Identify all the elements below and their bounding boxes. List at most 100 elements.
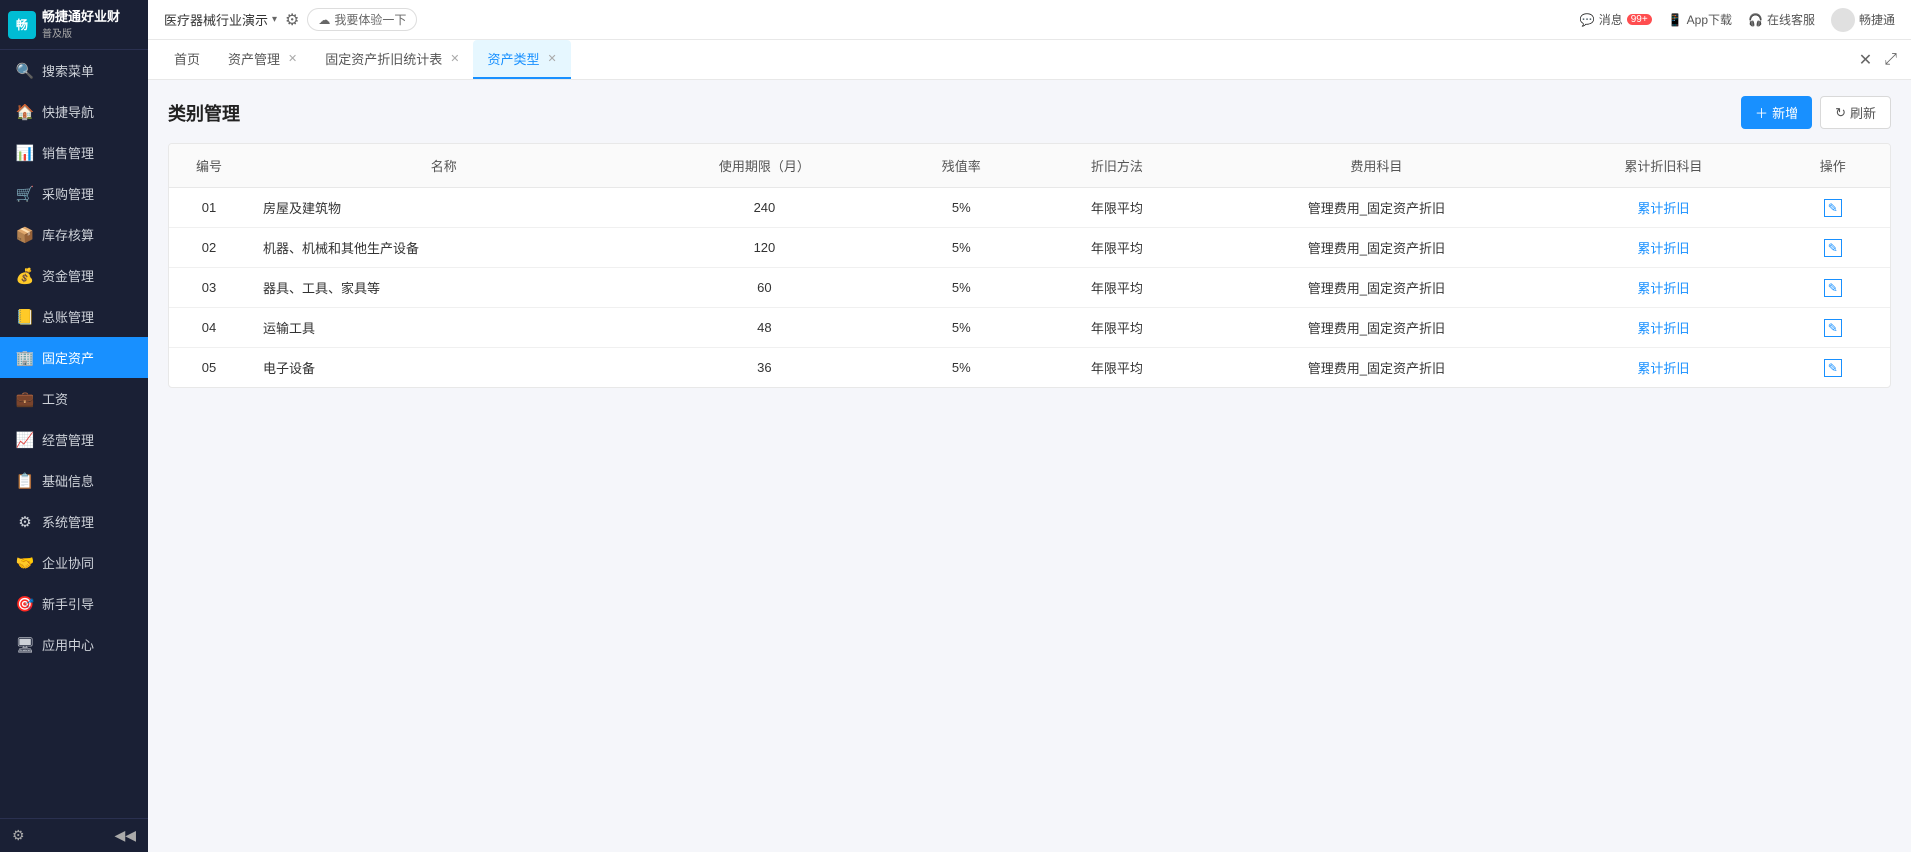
customer-service-label: 在线客服 [1767, 11, 1815, 28]
phone-icon: 📱 [1668, 13, 1683, 27]
avatar [1831, 8, 1855, 32]
cell-expense: 管理费用_固定资产折旧 [1202, 348, 1552, 388]
tab-asset-type-close[interactable]: ✕ [548, 52, 557, 65]
tab-depreciation-stats-close[interactable]: ✕ [450, 52, 459, 65]
tab-depreciation-stats[interactable]: 固定资产折旧统计表 ✕ [311, 40, 473, 79]
tab-home[interactable]: 首页 [160, 40, 214, 79]
sidebar-collapse-icon[interactable]: ◀◀ [114, 827, 136, 844]
tab-home-label: 首页 [174, 49, 200, 68]
tab-asset-management[interactable]: 资产管理 ✕ [214, 40, 311, 79]
company-selector[interactable]: 医疗器械行业演示 ▾ [164, 10, 277, 29]
sidebar-item-basic[interactable]: 📋 基础信息 [0, 460, 148, 501]
tab-close-icon[interactable]: ✕ [1857, 48, 1874, 72]
sidebar-item-label: 销售管理 [42, 143, 94, 162]
user-menu[interactable]: 畅捷通 [1831, 8, 1895, 32]
sales-icon: 📊 [16, 144, 34, 162]
tabbar-actions: ✕ ⤢ [1857, 48, 1899, 72]
tab-depreciation-stats-label: 固定资产折旧统计表 [325, 49, 442, 68]
refresh-button-label: 刷新 [1850, 103, 1876, 122]
apps-icon: 🖥 [16, 636, 34, 654]
fixed-icon: 🏢 [16, 349, 34, 367]
table-row: 05 电子设备 36 5% 年限平均 管理费用_固定资产折旧 累计折旧 ✎ [169, 348, 1890, 388]
message-button[interactable]: 💬 消息 99+ [1580, 11, 1652, 28]
cell-code: 02 [169, 228, 249, 268]
sidebar-item-label: 库存核算 [42, 225, 94, 244]
system-icon: ⚙ [16, 513, 34, 531]
col-period: 使用期限（月） [638, 144, 890, 188]
topbar-left: 医疗器械行业演示 ▾ ⚙ ☁ 我要体验一下 [164, 8, 417, 31]
edit-icon[interactable]: ✎ [1824, 359, 1842, 377]
tab-expand-icon[interactable]: ⤢ [1882, 49, 1899, 71]
sidebar-item-label: 经营管理 [42, 430, 94, 449]
cell-method: 年限平均 [1032, 268, 1201, 308]
sidebar-item-label: 应用中心 [42, 635, 94, 654]
col-expense: 费用科目 [1202, 144, 1552, 188]
cell-period: 120 [638, 228, 890, 268]
headset-icon: 🎧 [1748, 13, 1763, 27]
payroll-icon: 💼 [16, 390, 34, 408]
cell-period: 36 [638, 348, 890, 388]
sidebar-item-label: 基础信息 [42, 471, 94, 490]
cell-period: 240 [638, 188, 890, 228]
app-download-button[interactable]: 📱 App下载 [1668, 11, 1732, 28]
table-header: 编号 名称 使用期限（月） 残值率 折旧方法 费用科目 累计折旧科目 操作 [169, 144, 1890, 188]
sidebar-item-label: 资金管理 [42, 266, 94, 285]
sidebar-item-label: 采购管理 [42, 184, 94, 203]
sidebar-item-funds[interactable]: 💰 资金管理 [0, 255, 148, 296]
sidebar-item-quicknav[interactable]: 🏠 快捷导航 [0, 91, 148, 132]
ledger-icon: 📒 [16, 308, 34, 326]
new-button[interactable]: ＋ 新增 [1741, 96, 1812, 129]
cell-expense: 管理费用_固定资产折旧 [1202, 268, 1552, 308]
cell-action[interactable]: ✎ [1776, 228, 1890, 268]
edit-icon[interactable]: ✎ [1824, 199, 1842, 217]
edit-icon[interactable]: ✎ [1824, 239, 1842, 257]
sidebar-item-sales[interactable]: 📊 销售管理 [0, 132, 148, 173]
sidebar-item-search[interactable]: 🔍 搜索菜单 [0, 50, 148, 91]
content-area: 类别管理 ＋ 新增 ↻ 刷新 编号 名称 使用期限（月） [148, 80, 1911, 852]
sidebar-item-fixed[interactable]: 🏢 固定资产 [0, 337, 148, 378]
main-area: 医疗器械行业演示 ▾ ⚙ ☁ 我要体验一下 💬 消息 99+ 📱 App下载 🎧… [148, 0, 1911, 852]
page-actions: ＋ 新增 ↻ 刷新 [1741, 96, 1891, 129]
sidebar-nav: 🔍 搜索菜单 🏠 快捷导航 📊 销售管理 🛒 采购管理 📦 库存核算 💰 资金管… [0, 50, 148, 818]
cell-period: 48 [638, 308, 890, 348]
sidebar-item-guide[interactable]: 🎯 新手引导 [0, 583, 148, 624]
sidebar-item-ledger[interactable]: 📒 总账管理 [0, 296, 148, 337]
sidebar-item-operations[interactable]: 📈 经营管理 [0, 419, 148, 460]
sidebar-item-payroll[interactable]: 💼 工资 [0, 378, 148, 419]
company-name: 医疗器械行业演示 [164, 10, 268, 29]
tab-asset-type[interactable]: 资产类型 ✕ [473, 40, 570, 79]
message-label: 消息 [1599, 11, 1623, 28]
cell-expense: 管理费用_固定资产折旧 [1202, 188, 1552, 228]
edit-icon[interactable]: ✎ [1824, 279, 1842, 297]
edit-icon[interactable]: ✎ [1824, 319, 1842, 337]
inventory-icon: 📦 [16, 226, 34, 244]
refresh-button[interactable]: ↻ 刷新 [1820, 96, 1891, 129]
topbar-settings-icon[interactable]: ⚙ [285, 10, 299, 30]
cell-action[interactable]: ✎ [1776, 308, 1890, 348]
tab-asset-type-label: 资产类型 [487, 49, 539, 68]
tabbar: 首页 资产管理 ✕ 固定资产折旧统计表 ✕ 资产类型 ✕ ✕ ⤢ [148, 40, 1911, 80]
col-method: 折旧方法 [1032, 144, 1201, 188]
cell-name: 运输工具 [249, 308, 638, 348]
sidebar-settings-icon[interactable]: ⚙ [12, 827, 25, 844]
sidebar: 畅 畅捷通好业财 普及版 🔍 搜索菜单 🏠 快捷导航 📊 销售管理 🛒 采购管理… [0, 0, 148, 852]
sidebar-item-inventory[interactable]: 📦 库存核算 [0, 214, 148, 255]
sidebar-item-system[interactable]: ⚙ 系统管理 [0, 501, 148, 542]
sidebar-item-label: 总账管理 [42, 307, 94, 326]
sidebar-item-apps[interactable]: 🖥 应用中心 [0, 624, 148, 665]
tab-asset-management-close[interactable]: ✕ [288, 52, 297, 65]
col-code: 编号 [169, 144, 249, 188]
customer-service-button[interactable]: 🎧 在线客服 [1748, 11, 1815, 28]
experience-button[interactable]: ☁ 我要体验一下 [307, 8, 417, 31]
page-header: 类别管理 ＋ 新增 ↻ 刷新 [168, 96, 1891, 129]
sidebar-item-collab[interactable]: 🤝 企业协同 [0, 542, 148, 583]
cell-action[interactable]: ✎ [1776, 188, 1890, 228]
cell-method: 年限平均 [1032, 188, 1201, 228]
funds-icon: 💰 [16, 267, 34, 285]
sidebar-item-purchase[interactable]: 🛒 采购管理 [0, 173, 148, 214]
cell-action[interactable]: ✎ [1776, 268, 1890, 308]
guide-icon: 🎯 [16, 595, 34, 613]
cell-action[interactable]: ✎ [1776, 348, 1890, 388]
app-download-label: App下载 [1687, 11, 1732, 28]
sidebar-item-label: 搜索菜单 [42, 61, 94, 80]
